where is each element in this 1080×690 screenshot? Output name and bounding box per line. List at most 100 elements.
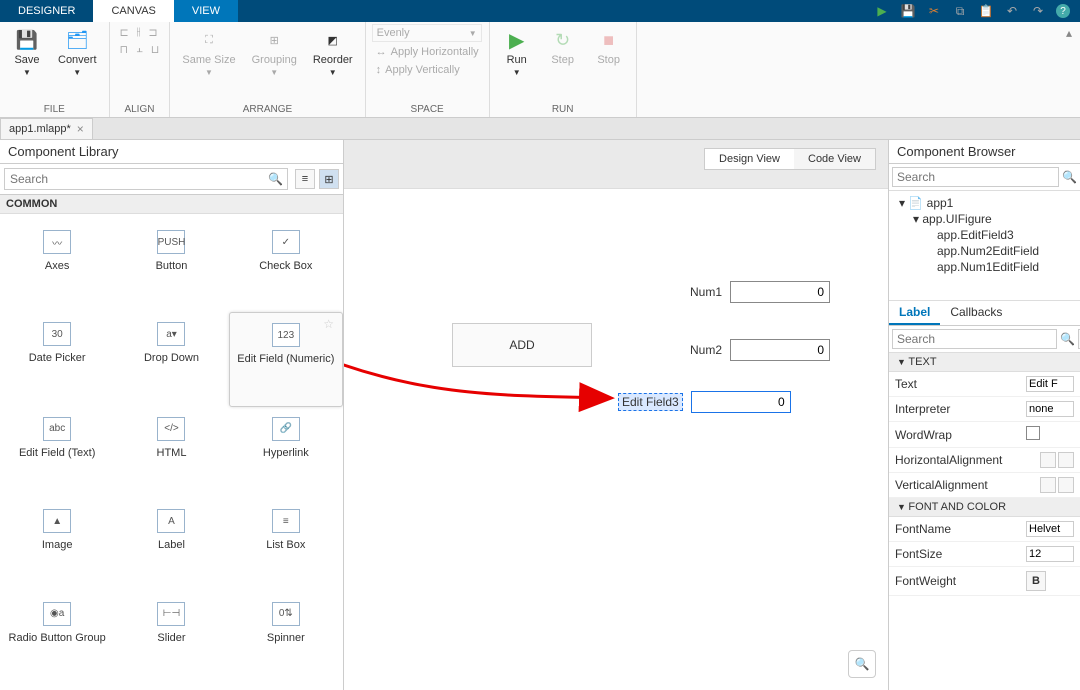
design-canvas[interactable]: ADD Num1 Num2 Edit Field3 🔍 <box>344 188 888 690</box>
run-label: Run <box>507 54 527 66</box>
add-button[interactable]: ADD <box>452 323 592 367</box>
tree-editfield3[interactable]: app.EditField3 <box>893 227 1076 243</box>
component-item-slider[interactable]: ⊢⊣Slider <box>114 592 228 684</box>
prop-fontsize-name: FontSize <box>895 547 1020 561</box>
zoom-button[interactable]: 🔍 <box>848 650 876 678</box>
step-label: Step <box>551 54 574 66</box>
tab-callbacks[interactable]: Callbacks <box>940 301 1012 325</box>
convert-button[interactable]: 🗂 Convert ▼ <box>52 24 103 81</box>
component-item-icon: 〰 <box>43 230 71 254</box>
step-button: ↻ Step <box>542 24 584 70</box>
chevron-down-icon: ▼ <box>23 68 31 77</box>
component-search-input[interactable] <box>4 168 288 190</box>
component-item-html[interactable]: </>HTML <box>114 407 228 499</box>
component-item-drop-down[interactable]: a▾Drop Down <box>114 312 228 406</box>
convert-label: Convert <box>58 54 97 66</box>
chevron-down-icon: ▼ <box>205 68 213 77</box>
component-item-image[interactable]: ▲Image <box>0 499 114 591</box>
prop-valign-name: VerticalAlignment <box>895 478 1034 492</box>
close-icon[interactable]: × <box>77 122 84 136</box>
prop-interpreter-name: Interpreter <box>895 402 1020 416</box>
paste-icon[interactable]: 📋 <box>978 3 994 19</box>
component-item-label: Hyperlink <box>263 447 309 459</box>
run-icon[interactable]: ▶ <box>874 3 890 19</box>
component-item-label: Label <box>158 539 185 551</box>
component-item-edit-field-text-[interactable]: abcEdit Field (Text) <box>0 407 114 499</box>
prop-fontname-value[interactable] <box>1026 521 1074 537</box>
prop-valign-buttons[interactable] <box>1040 477 1074 493</box>
component-item-label[interactable]: ALabel <box>114 499 228 591</box>
favorite-star-icon[interactable]: ☆ <box>323 317 334 331</box>
code-view-button[interactable]: Code View <box>794 149 875 169</box>
evenly-dropdown: Evenly ▼ <box>372 24 482 42</box>
component-item-hyperlink[interactable]: 🔗Hyperlink <box>229 407 343 499</box>
component-item-icon: a▾ <box>157 322 185 346</box>
ribbon-toolstrip: 💾 Save ▼ 🗂 Convert ▼ FILE ⊏ ⫲ ⊐ ⊓ <box>0 22 1080 118</box>
tab-view[interactable]: VIEW <box>174 0 238 22</box>
component-browser-title: Component Browser <box>889 140 1080 164</box>
component-library-title: Component Library <box>0 140 343 164</box>
editfield3-field[interactable] <box>691 391 791 413</box>
component-item-axes[interactable]: 〰Axes <box>0 220 114 312</box>
component-item-label: List Box <box>266 539 305 551</box>
component-item-radio-button-group[interactable]: ◉aRadio Button Group <box>0 592 114 684</box>
editfield3-label[interactable]: Edit Field3 <box>618 393 683 411</box>
property-search-input[interactable] <box>892 329 1057 349</box>
component-item-date-picker[interactable]: 30Date Picker <box>0 312 114 406</box>
redo-icon[interactable]: ↷ <box>1030 3 1046 19</box>
design-view-button[interactable]: Design View <box>705 149 794 169</box>
help-icon[interactable]: ? <box>1056 4 1070 18</box>
save-icon[interactable]: 💾 <box>900 3 916 19</box>
reorder-button[interactable]: ◩ Reorder ▼ <box>307 24 359 81</box>
align-right-button: ⊐ <box>144 24 161 41</box>
component-item-check-box[interactable]: ✓Check Box <box>229 220 343 312</box>
convert-icon: 🗂 <box>65 28 89 52</box>
apply-h-icon: ↔ <box>376 46 387 58</box>
copy-icon[interactable]: ⧉ <box>952 3 968 19</box>
component-item-button[interactable]: PUSHButton <box>114 220 228 312</box>
run-button[interactable]: ▶ Run ▼ <box>496 24 538 81</box>
component-item-icon: ◉a <box>43 602 71 626</box>
collapse-ribbon-icon[interactable]: ▴ <box>1058 22 1080 117</box>
section-text[interactable]: TEXT <box>889 353 1080 372</box>
browser-search-input[interactable] <box>892 167 1059 187</box>
prop-halign-name: HorizontalAlignment <box>895 453 1034 467</box>
tree-uifigure[interactable]: ▾ app.UIFigure <box>893 211 1076 227</box>
tab-designer[interactable]: DESIGNER <box>0 0 93 22</box>
prop-fontweight-bold-button[interactable]: B <box>1026 571 1046 591</box>
list-view-button[interactable]: ≡ <box>295 169 315 189</box>
prop-interpreter-value[interactable] <box>1026 401 1074 417</box>
component-item-list-box[interactable]: ≡List Box <box>229 499 343 591</box>
tree-num2editfield[interactable]: app.Num2EditField <box>893 243 1076 259</box>
tab-label[interactable]: Label <box>889 301 940 325</box>
save-button[interactable]: 💾 Save ▼ <box>6 24 48 81</box>
section-font[interactable]: FONT AND COLOR <box>889 498 1080 517</box>
document-tab[interactable]: app1.mlapp* × <box>0 118 93 139</box>
num1-field[interactable] <box>730 281 830 303</box>
component-item-edit-field-numeric-[interactable]: 123Edit Field (Numeric)☆ <box>229 312 343 406</box>
tab-canvas[interactable]: CANVAS <box>93 0 173 22</box>
same-size-label: Same Size <box>182 54 235 66</box>
property-tabs: Label Callbacks <box>889 301 1080 326</box>
prop-halign-buttons[interactable] <box>1040 452 1074 468</box>
prop-text-value[interactable] <box>1026 376 1074 392</box>
prop-wordwrap-checkbox[interactable] <box>1026 426 1040 440</box>
component-tree[interactable]: ▾ 📄 app1 ▾ app.UIFigure app.EditField3 a… <box>889 191 1080 301</box>
apply-horizontally-button: ↔ Apply Horizontally <box>372 44 483 60</box>
grid-view-button[interactable]: ⊞ <box>319 169 339 189</box>
prop-fontname-name: FontName <box>895 522 1020 536</box>
component-item-spinner[interactable]: 0⇅Spinner <box>229 592 343 684</box>
cut-icon[interactable]: ✂ <box>926 3 942 19</box>
tree-num1editfield[interactable]: app.Num1EditField <box>893 259 1076 275</box>
num2-field[interactable] <box>730 339 830 361</box>
undo-icon[interactable]: ↶ <box>1004 3 1020 19</box>
group-label-align: ALIGN <box>116 102 164 117</box>
prop-fontweight-name: FontWeight <box>895 574 1020 588</box>
prop-fontsize-value[interactable] <box>1026 546 1074 562</box>
component-item-label: Edit Field (Numeric) <box>237 353 334 365</box>
align-top-button: ⊓ <box>116 41 133 58</box>
align-middle-v-icon: ⫠ <box>136 43 143 56</box>
component-item-label: Edit Field (Text) <box>19 447 95 459</box>
tree-root[interactable]: ▾ 📄 app1 <box>893 195 1076 211</box>
align-center-h-icon: ⫲ <box>137 26 141 39</box>
